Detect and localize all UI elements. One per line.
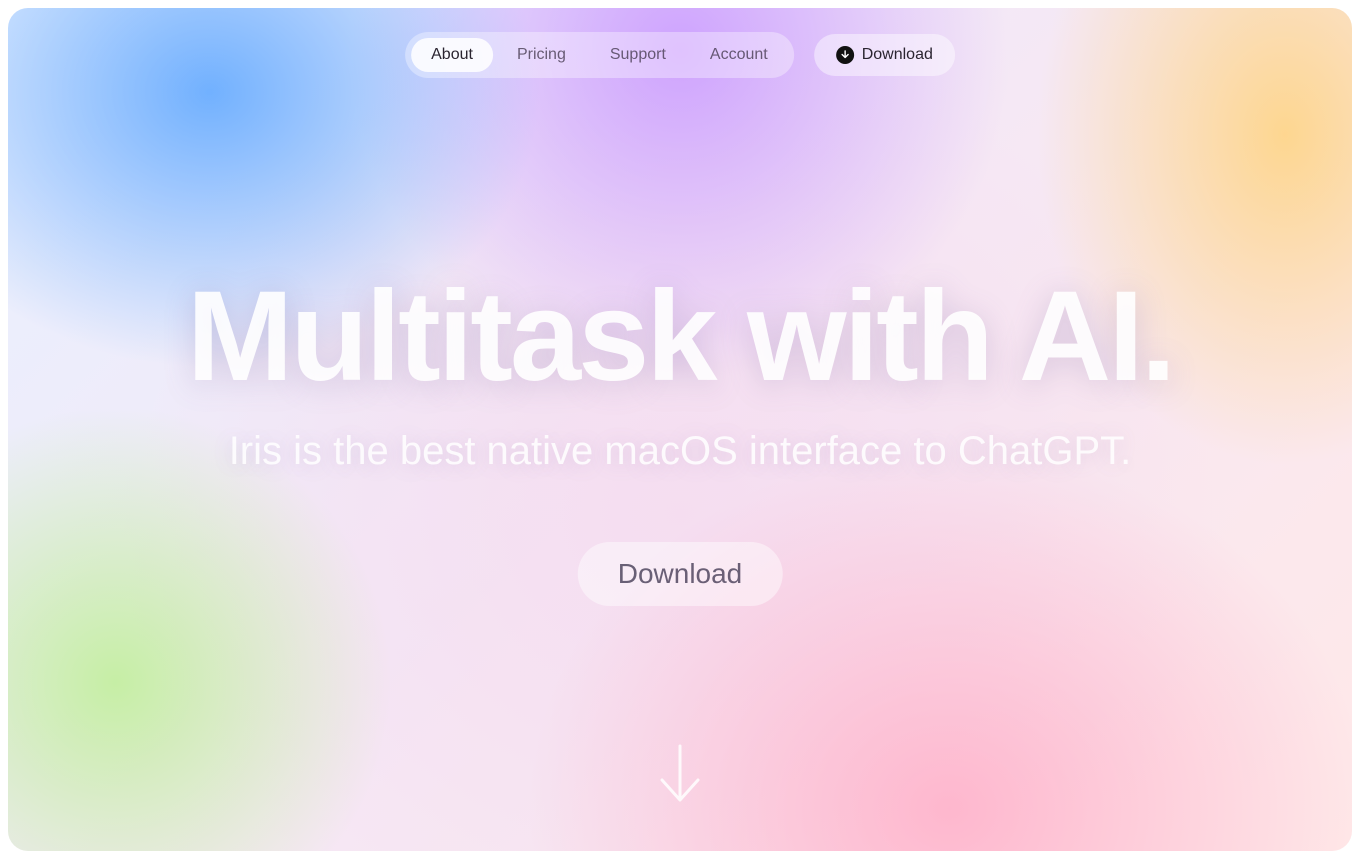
nav-download-button[interactable]: Download — [814, 34, 955, 76]
nav-about[interactable]: About — [411, 38, 493, 72]
top-nav: About Pricing Support Account Download — [405, 32, 955, 78]
download-icon — [836, 46, 854, 64]
hero-subtitle: Iris is the best native macOS interface … — [8, 429, 1352, 474]
nav-download-label: Download — [862, 46, 933, 64]
hero-download-button[interactable]: Download — [578, 542, 783, 606]
nav-support[interactable]: Support — [590, 38, 686, 72]
arrow-down-icon — [652, 742, 708, 806]
scroll-down-arrow[interactable] — [652, 742, 708, 811]
nav-pricing[interactable]: Pricing — [497, 38, 586, 72]
hero-section: About Pricing Support Account Download M… — [8, 8, 1352, 851]
hero-content: Multitask with AI. Iris is the best nati… — [8, 273, 1352, 474]
hero-title: Multitask with AI. — [8, 273, 1352, 401]
nav-account[interactable]: Account — [690, 38, 788, 72]
nav-pill: About Pricing Support Account — [405, 32, 794, 78]
